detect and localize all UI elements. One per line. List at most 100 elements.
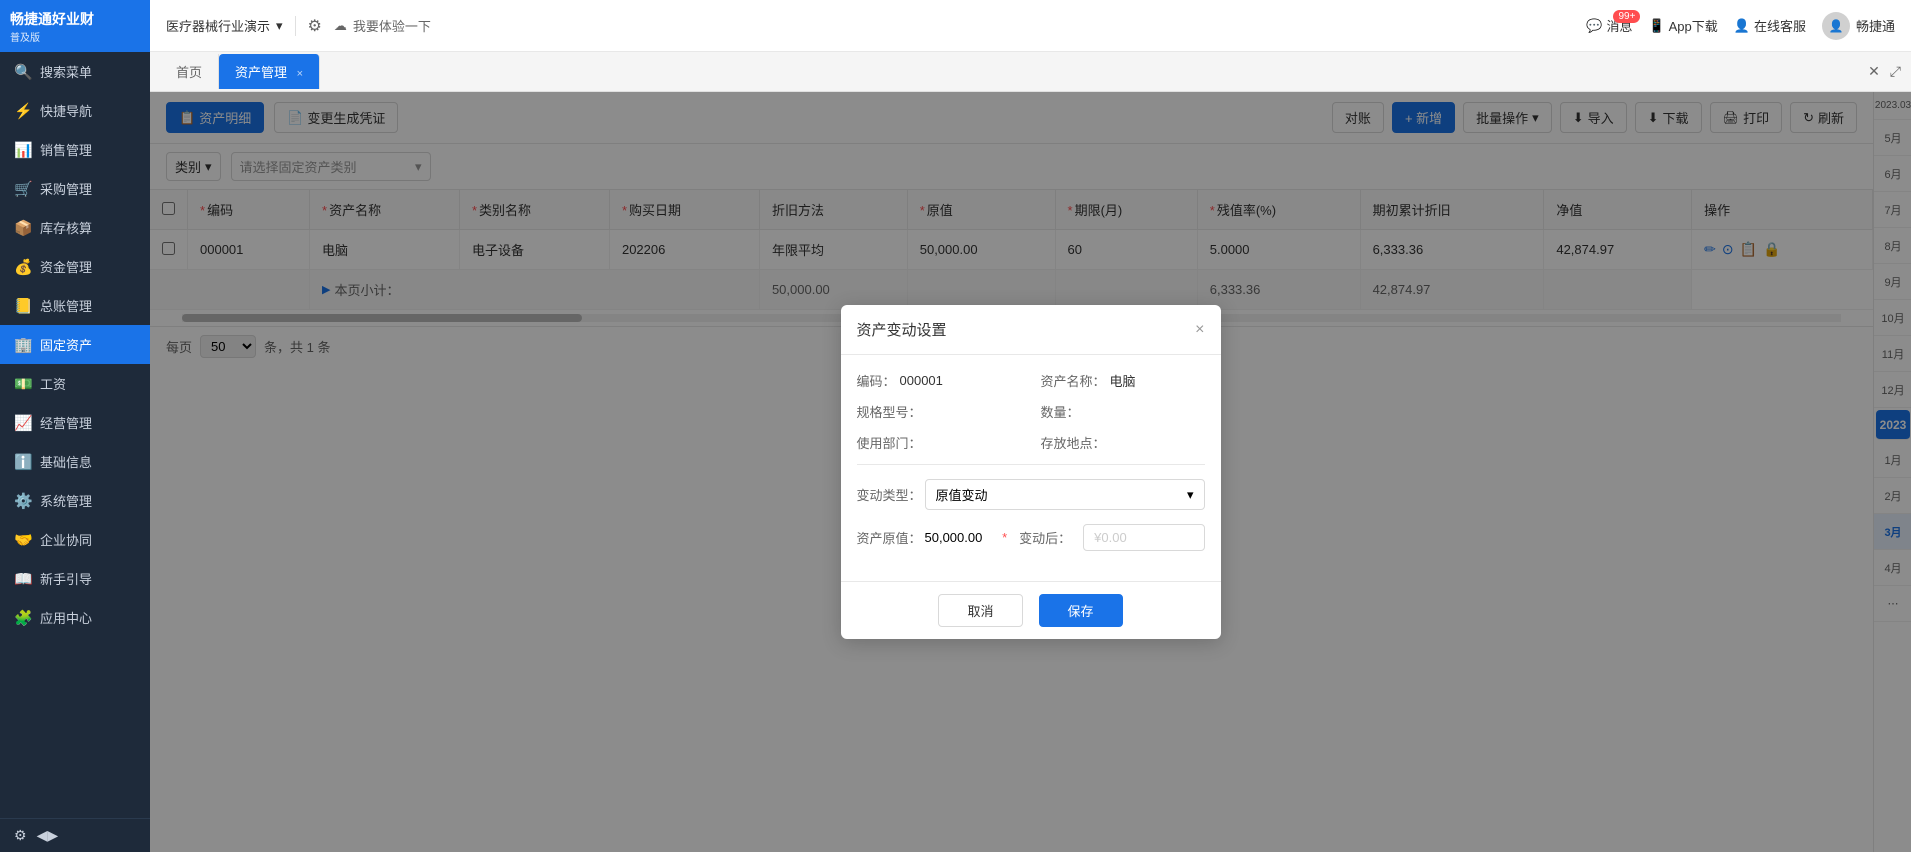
message-button[interactable]: 💬 消息 99+: [1586, 16, 1632, 35]
sidebar-item-label: 应用中心: [40, 608, 92, 627]
tab-home[interactable]: 首页: [160, 54, 219, 89]
company-name: 医疗器械行业演示: [166, 16, 270, 35]
sidebar-nav: 🔍 搜索菜单 ⚡ 快捷导航 📊 销售管理 🛒 采购管理 📦 库存核算 💰 资金管…: [0, 52, 150, 818]
sidebar-item-quicknav[interactable]: ⚡ 快捷导航: [0, 91, 150, 130]
assets-icon: 🏢: [14, 336, 32, 354]
app-download-button[interactable]: 📱 App下载: [1648, 16, 1717, 35]
sidebar-bottom: ⚙ ◀▶: [0, 818, 150, 852]
sidebar-item-assets[interactable]: 🏢 固定资产: [0, 325, 150, 364]
ledger-icon: 📒: [14, 297, 32, 315]
cloud-icon: ☁: [334, 18, 347, 34]
username: 畅捷通: [1856, 16, 1895, 35]
after-change-label: 变动后：: [1019, 528, 1071, 547]
modal-field-assetname: 资产名称： 电脑: [1041, 371, 1205, 390]
sidebar-item-label: 基础信息: [40, 452, 92, 471]
sidebar-item-payroll[interactable]: 💵 工资: [0, 364, 150, 403]
tab-close-btn[interactable]: ✕: [1868, 63, 1880, 80]
tab-asset[interactable]: 资产管理 ×: [219, 54, 320, 89]
search-icon: 🔍: [14, 63, 32, 81]
topbar-divider: [295, 16, 296, 36]
company-selector[interactable]: 医疗器械行业演示 ▾: [166, 16, 283, 35]
location-label: 存放地点：: [1041, 433, 1106, 452]
tab-home-label: 首页: [176, 65, 202, 80]
dept-label: 使用部门：: [857, 433, 922, 452]
user-menu[interactable]: 👤 畅捷通: [1822, 12, 1895, 40]
modal-field-dept: 使用部门：: [857, 433, 1021, 452]
modal-field-quantity: 数量：: [1041, 402, 1205, 421]
inventory-icon: 📦: [14, 219, 32, 237]
online-service-label: 在线客服: [1754, 16, 1806, 35]
assetname-value: 电脑: [1110, 371, 1136, 390]
sidebar-item-inventory[interactable]: 📦 库存核算: [0, 208, 150, 247]
sidebar-item-label: 系统管理: [40, 491, 92, 510]
modal-row-1: 编码： 000001 资产名称： 电脑: [857, 371, 1205, 390]
modal-body: 编码： 000001 资产名称： 电脑 规格型号：: [841, 355, 1221, 581]
sidebar-item-label: 工资: [40, 374, 66, 393]
sidebar-item-finance[interactable]: 💰 资金管理: [0, 247, 150, 286]
basic-icon: ℹ️: [14, 453, 32, 471]
code-label: 编码：: [857, 371, 896, 390]
assetvalue-label: 资产原值：: [857, 528, 917, 547]
sidebar-item-label: 搜索菜单: [40, 62, 92, 81]
online-service-button[interactable]: 👤 在线客服: [1734, 16, 1806, 35]
modal-close-button[interactable]: ×: [1195, 321, 1204, 339]
sales-icon: 📊: [14, 141, 32, 159]
modal-header: 资产变动设置 ×: [841, 305, 1221, 355]
sidebar-item-sales[interactable]: 📊 销售管理: [0, 130, 150, 169]
message-badge: 99+: [1613, 10, 1640, 23]
message-icon: 💬: [1586, 18, 1602, 34]
modal-form-row-changetype: 变动类型： 原值变动 ▾: [857, 479, 1205, 510]
experience-button[interactable]: ☁ 我要体验一下: [334, 16, 431, 35]
assetvalue-display: 50,000.00: [925, 530, 983, 545]
main-area: 医疗器械行业演示 ▾ ⚙ ☁ 我要体验一下 💬 消息 99+ 📱 App下载 👤…: [150, 0, 1911, 852]
spec-label: 规格型号：: [857, 402, 922, 421]
operations-icon: 📈: [14, 414, 32, 432]
modal-form-row-value: 资产原值： 50,000.00 * 变动后： ¥0.00: [857, 524, 1205, 551]
after-change-placeholder: ¥0.00: [1094, 530, 1127, 545]
download-icon: 📱: [1648, 18, 1664, 34]
code-value: 000001: [900, 373, 943, 388]
sidebar-item-label: 资金管理: [40, 257, 92, 276]
sidebar-item-basic[interactable]: ℹ️ 基础信息: [0, 442, 150, 481]
sidebar-item-label: 企业协同: [40, 530, 92, 549]
cancel-button[interactable]: 取消: [938, 594, 1022, 627]
sidebar-item-ledger[interactable]: 📒 总账管理: [0, 286, 150, 325]
changetype-select[interactable]: 原值变动 ▾: [925, 479, 1205, 510]
sidebar-item-label: 库存核算: [40, 218, 92, 237]
sidebar-item-label: 固定资产: [40, 335, 92, 354]
tab-expand-btn[interactable]: ⤢: [1890, 63, 1901, 80]
experience-text: 我要体验一下: [353, 16, 431, 35]
settings-icon[interactable]: ⚙: [14, 827, 27, 844]
changetype-value: 原值变动: [936, 485, 988, 504]
modal-field-code: 编码： 000001: [857, 371, 1021, 390]
dropdown-icon: ▾: [276, 18, 283, 34]
system-icon: ⚙️: [14, 492, 32, 510]
sidebar-item-label: 新手引导: [40, 569, 92, 588]
sidebar-item-purchase[interactable]: 🛒 采购管理: [0, 169, 150, 208]
sidebar-item-operations[interactable]: 📈 经营管理: [0, 403, 150, 442]
sidebar-item-apps[interactable]: 🧩 应用中心: [0, 598, 150, 637]
save-label: 保存: [1068, 604, 1094, 619]
app-logo: 畅捷通好业财 普及版: [0, 0, 150, 52]
sidebar-item-cooperation[interactable]: 🤝 企业协同: [0, 520, 150, 559]
asset-change-modal: 资产变动设置 × 编码： 000001 资产名称： 电脑: [841, 305, 1221, 639]
modal-title: 资产变动设置: [857, 319, 947, 340]
modal-footer: 取消 保存: [841, 581, 1221, 639]
settings-button[interactable]: ⚙: [308, 16, 322, 36]
sidebar-item-guide[interactable]: 📖 新手引导: [0, 559, 150, 598]
sidebar-item-system[interactable]: ⚙️ 系统管理: [0, 481, 150, 520]
app-name: 畅捷通好业财: [10, 9, 140, 29]
tab-asset-label: 资产管理: [235, 65, 287, 80]
tab-close-icon[interactable]: ×: [297, 68, 303, 80]
save-button[interactable]: 保存: [1039, 594, 1123, 627]
collapse-icon[interactable]: ◀▶: [37, 827, 59, 844]
required-mark: *: [1002, 530, 1007, 545]
topbar-right: 💬 消息 99+ 📱 App下载 👤 在线客服 👤 畅捷通: [1586, 12, 1895, 40]
sidebar-item-label: 总账管理: [40, 296, 92, 315]
app-edition: 普及版: [10, 29, 140, 44]
modal-divider: [857, 464, 1205, 465]
after-change-input[interactable]: ¥0.00: [1083, 524, 1204, 551]
finance-icon: 💰: [14, 258, 32, 276]
guide-icon: 📖: [14, 570, 32, 588]
sidebar-item-search[interactable]: 🔍 搜索菜单: [0, 52, 150, 91]
